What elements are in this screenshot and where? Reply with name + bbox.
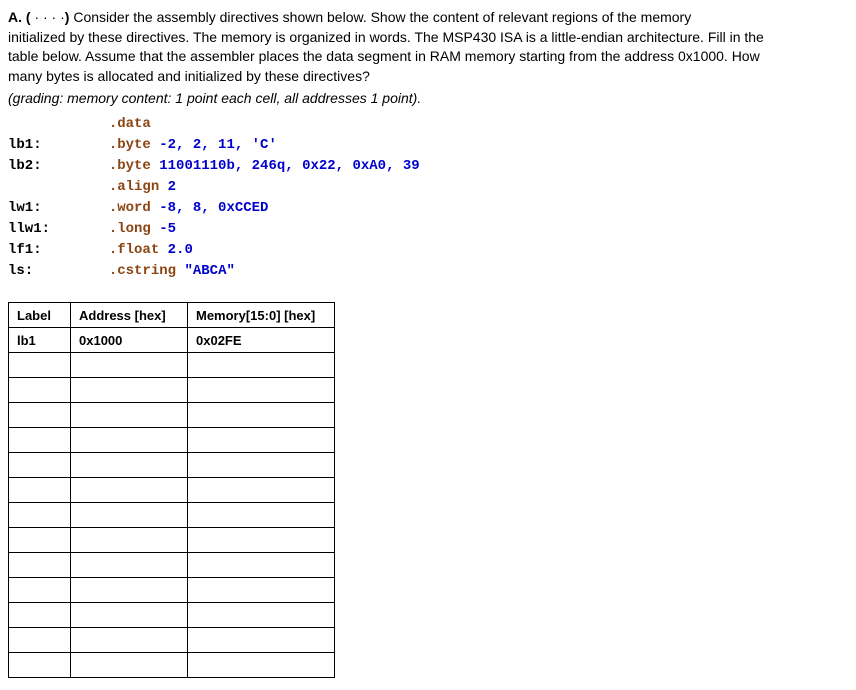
cell-memory bbox=[188, 553, 335, 578]
q-line4: many bytes is allocated and initialized … bbox=[8, 68, 370, 84]
header-address: Address [hex] bbox=[71, 303, 188, 328]
cell-address bbox=[71, 503, 188, 528]
code-label-7: lf1: bbox=[8, 242, 42, 258]
code-dir-6: .long bbox=[109, 221, 151, 237]
code-dir-2: .byte bbox=[109, 137, 151, 153]
code-val-7: 2.0 bbox=[159, 242, 193, 258]
code-val-3: 11001110b, 246q, 0x22, 0xA0, 39 bbox=[151, 158, 420, 174]
cell-memory bbox=[188, 403, 335, 428]
code-val-4: 2 bbox=[159, 179, 176, 195]
code-val-2: -2, 2, 11, 'C' bbox=[151, 137, 277, 153]
cell-address bbox=[71, 578, 188, 603]
cell-memory bbox=[188, 578, 335, 603]
code-dir-5: .word bbox=[109, 200, 151, 216]
assembly-code: .data lb1: .byte -2, 2, 11, 'C' lb2: .by… bbox=[8, 114, 848, 282]
cell-memory: 0x02FE bbox=[188, 328, 335, 353]
cell-address bbox=[71, 403, 188, 428]
header-label: Label bbox=[9, 303, 71, 328]
cell-label bbox=[9, 428, 71, 453]
cell-address bbox=[71, 653, 188, 678]
cell-label bbox=[9, 553, 71, 578]
cell-memory bbox=[188, 603, 335, 628]
cell-label bbox=[9, 378, 71, 403]
cell-label bbox=[9, 528, 71, 553]
q-prefix: A. ( bbox=[8, 9, 31, 25]
code-dir-1: .data bbox=[109, 116, 151, 132]
table-row bbox=[9, 553, 335, 578]
table-row bbox=[9, 428, 335, 453]
code-dir-7: .float bbox=[109, 242, 159, 258]
table-row bbox=[9, 503, 335, 528]
cell-address bbox=[71, 378, 188, 403]
code-dir-4: .align bbox=[109, 179, 159, 195]
cell-address bbox=[71, 353, 188, 378]
cell-label bbox=[9, 478, 71, 503]
cell-address: 0x1000 bbox=[71, 328, 188, 353]
code-val-6: -5 bbox=[151, 221, 176, 237]
table-row bbox=[9, 478, 335, 503]
table-row bbox=[9, 628, 335, 653]
cell-label bbox=[9, 453, 71, 478]
code-dir-3: .byte bbox=[109, 158, 151, 174]
cell-address bbox=[71, 528, 188, 553]
code-label-5: lw1: bbox=[8, 200, 42, 216]
cell-address bbox=[71, 553, 188, 578]
cell-label bbox=[9, 578, 71, 603]
cell-memory bbox=[188, 628, 335, 653]
cell-address bbox=[71, 628, 188, 653]
table-row bbox=[9, 378, 335, 403]
q-dots: · · · · bbox=[31, 9, 65, 25]
table-row bbox=[9, 353, 335, 378]
code-label-2: lb1: bbox=[8, 137, 42, 153]
table-row bbox=[9, 528, 335, 553]
cell-address bbox=[71, 428, 188, 453]
q-line1: Consider the assembly directives shown b… bbox=[73, 9, 691, 25]
table-row bbox=[9, 453, 335, 478]
table-row bbox=[9, 603, 335, 628]
memory-table: Label Address [hex] Memory[15:0] [hex] l… bbox=[8, 302, 335, 678]
table-row bbox=[9, 653, 335, 678]
question-text: A. ( · · · ·) Consider the assembly dire… bbox=[8, 8, 848, 86]
code-val-5: -8, 8, 0xCCED bbox=[151, 200, 269, 216]
code-label-3: lb2: bbox=[8, 158, 42, 174]
cell-label bbox=[9, 503, 71, 528]
q-line2: initialized by these directives. The mem… bbox=[8, 29, 764, 45]
code-val-8: "ABCA" bbox=[176, 263, 235, 279]
q-line3: table below. Assume that the assembler p… bbox=[8, 48, 760, 64]
cell-address bbox=[71, 603, 188, 628]
cell-memory bbox=[188, 478, 335, 503]
cell-memory bbox=[188, 428, 335, 453]
table-header-row: Label Address [hex] Memory[15:0] [hex] bbox=[9, 303, 335, 328]
grading-note: (grading: memory content: 1 point each c… bbox=[8, 90, 848, 106]
cell-label bbox=[9, 403, 71, 428]
cell-memory bbox=[188, 353, 335, 378]
cell-label bbox=[9, 628, 71, 653]
code-dir-8: .cstring bbox=[109, 263, 176, 279]
code-label-6: llw1: bbox=[8, 221, 50, 237]
table-row: lb10x10000x02FE bbox=[9, 328, 335, 353]
cell-address bbox=[71, 453, 188, 478]
cell-address bbox=[71, 478, 188, 503]
code-label-8: ls: bbox=[8, 263, 33, 279]
cell-memory bbox=[188, 378, 335, 403]
cell-memory bbox=[188, 453, 335, 478]
cell-memory bbox=[188, 528, 335, 553]
table-row bbox=[9, 403, 335, 428]
cell-memory bbox=[188, 653, 335, 678]
cell-label bbox=[9, 653, 71, 678]
header-memory: Memory[15:0] [hex] bbox=[188, 303, 335, 328]
cell-label: lb1 bbox=[9, 328, 71, 353]
table-row bbox=[9, 578, 335, 603]
cell-label bbox=[9, 353, 71, 378]
cell-memory bbox=[188, 503, 335, 528]
cell-label bbox=[9, 603, 71, 628]
